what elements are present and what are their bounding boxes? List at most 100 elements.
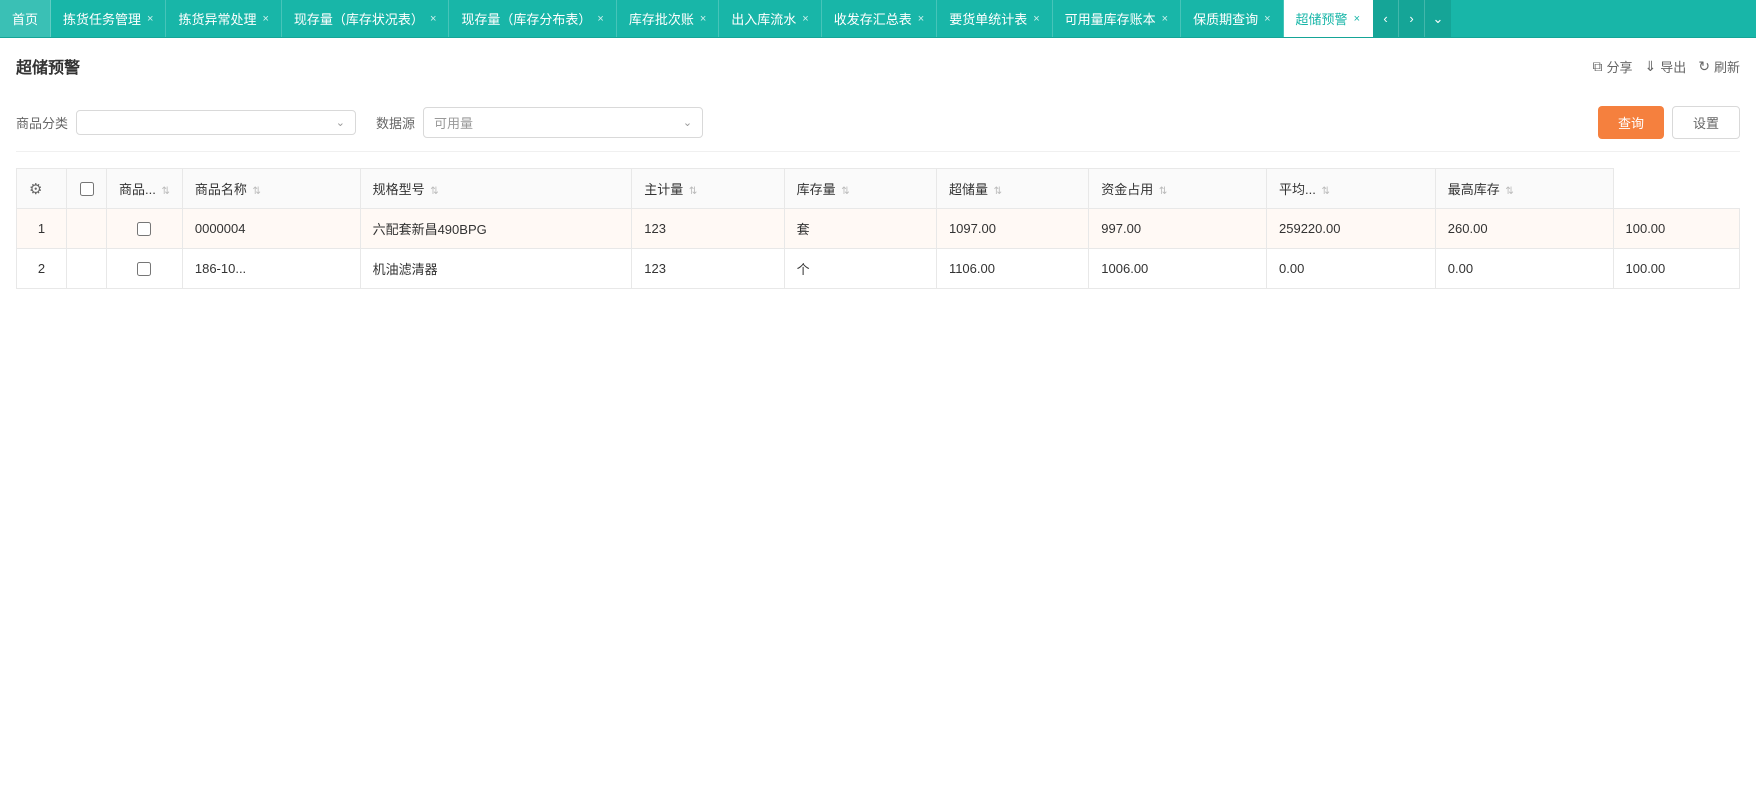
page-container: 超储预警 ⧉ 分享 ⇓ 导出 ↻ 刷新 商品分类 ⌄ 数据源 [0,38,1756,800]
nav-stock-status[interactable]: 现存量（库存状况表） × [282,0,449,38]
sort-icon: ⇅ [161,186,169,197]
sort-icon: ⇅ [689,186,697,197]
nav-summary[interactable]: 收发存汇总表 × [822,0,937,38]
close-icon[interactable]: × [597,13,603,25]
refresh-icon: ↻ [1698,58,1710,75]
th-unit[interactable]: 主计量 ⇅ [632,169,784,209]
export-icon: ⇓ [1645,58,1657,75]
nav-exception[interactable]: 拣货异常处理 × [166,0,281,38]
close-icon[interactable]: × [1033,13,1039,25]
settings-button[interactable]: 设置 [1672,106,1740,139]
close-icon[interactable]: × [1264,13,1270,25]
nav-order-stats[interactable]: 要货单统计表 × [937,0,1052,38]
sort-icon: ⇅ [994,186,1002,197]
chevron-down-icon: ⌄ [683,116,692,129]
nav-task-mgmt[interactable]: 拣货任务管理 × [51,0,166,38]
th-stock[interactable]: 库存量 ⇅ [784,169,936,209]
nav-quality[interactable]: 保质期查询 × [1181,0,1283,38]
cell-product-name: 六配套新昌490BPG [360,209,632,249]
cell-index: 1 [17,209,67,249]
datasource-filter-group: 数据源 可用量 ⌄ [376,107,703,138]
filter-actions: 查询 设置 [1598,106,1740,139]
table-body: 1 0000004 六配套新昌490BPG 123 套 1097.00 997.… [17,209,1740,289]
sort-icon: ⇅ [841,186,849,197]
close-icon[interactable]: × [1162,13,1168,25]
share-button[interactable]: ⧉ 分享 [1592,57,1632,76]
cell-settings [67,249,107,289]
cell-avg: 0.00 [1435,249,1613,289]
sort-icon: ⇅ [253,186,261,197]
cell-avg: 260.00 [1435,209,1613,249]
cell-product-code: 186-10... [182,249,360,289]
cell-unit: 个 [784,249,936,289]
close-icon[interactable]: × [918,13,924,25]
nav-avail-stock[interactable]: 可用量库存账本 × [1053,0,1181,38]
cell-product-code: 0000004 [182,209,360,249]
nav-stock-dist[interactable]: 现存量（库存分布表） × [449,0,616,38]
top-nav: 首页 拣货任务管理 × 拣货异常处理 × 现存量（库存状况表） × 现存量（库存… [0,0,1756,38]
page-title: 超储预警 [16,54,80,78]
th-product-code[interactable]: 商品... ⇅ [107,169,183,209]
category-label: 商品分类 [16,113,68,132]
cell-settings [67,209,107,249]
th-spec[interactable]: 规格型号 ⇅ [360,169,632,209]
cell-index: 2 [17,249,67,289]
share-icon: ⧉ [1592,58,1602,75]
th-settings: ⚙ [17,169,67,209]
nav-home[interactable]: 首页 [0,0,51,38]
th-capital[interactable]: 资金占用 ⇅ [1089,169,1267,209]
cell-max-stock: 100.00 [1613,209,1740,249]
datasource-label: 数据源 [376,113,415,132]
th-max-stock[interactable]: 最高库存 ⇅ [1435,169,1613,209]
close-icon[interactable]: × [700,13,706,25]
gear-icon[interactable]: ⚙ [29,181,42,198]
cell-stock: 1106.00 [936,249,1088,289]
row-checkbox[interactable] [137,222,151,236]
sort-icon: ⇅ [1505,186,1513,197]
nav-batch-account[interactable]: 库存批次账 × [617,0,719,38]
datasource-select-value: 可用量 [434,113,473,132]
export-button[interactable]: ⇓ 导出 [1645,57,1687,76]
filter-row: 商品分类 ⌄ 数据源 可用量 ⌄ 查询 设置 [16,94,1740,152]
nav-next-arrow[interactable]: › [1399,0,1425,38]
table-row: 1 0000004 六配套新昌490BPG 123 套 1097.00 997.… [17,209,1740,249]
page-header: 超储预警 ⧉ 分享 ⇓ 导出 ↻ 刷新 [16,54,1740,78]
select-all-checkbox[interactable] [80,182,94,196]
chevron-down-icon: ⌄ [336,116,345,129]
cell-spec: 123 [632,249,784,289]
cell-capital: 259220.00 [1267,209,1436,249]
cell-overstock: 997.00 [1089,209,1267,249]
th-overstock[interactable]: 超储量 ⇅ [936,169,1088,209]
close-icon[interactable]: × [802,13,808,25]
nav-prev-arrow[interactable]: ‹ [1373,0,1399,38]
close-icon[interactable]: × [430,13,436,25]
sort-icon: ⇅ [430,186,438,197]
cell-stock: 1097.00 [936,209,1088,249]
sort-icon: ⇅ [1159,186,1167,197]
cell-unit: 套 [784,209,936,249]
close-icon[interactable]: × [1354,13,1360,25]
cell-checkbox [107,209,183,249]
close-icon[interactable]: × [147,13,153,25]
close-icon[interactable]: × [262,13,268,25]
datasource-select[interactable]: 可用量 ⌄ [423,107,703,138]
category-select[interactable]: ⌄ [76,110,356,135]
category-filter-group: 商品分类 ⌄ [16,110,356,135]
nav-more-button[interactable]: ⌄ [1425,0,1451,38]
header-actions: ⧉ 分享 ⇓ 导出 ↻ 刷新 [1592,57,1740,76]
cell-overstock: 1006.00 [1089,249,1267,289]
cell-spec: 123 [632,209,784,249]
table-row: 2 186-10... 机油滤清器 123 个 1106.00 1006.00 … [17,249,1740,289]
refresh-button[interactable]: ↻ 刷新 [1698,57,1740,76]
cell-max-stock: 100.00 [1613,249,1740,289]
th-checkbox [67,169,107,209]
nav-overstock[interactable]: 超储预警 × [1284,0,1373,38]
nav-inout-flow[interactable]: 出入库流水 × [719,0,821,38]
th-product-name[interactable]: 商品名称 ⇅ [182,169,360,209]
cell-product-name: 机油滤清器 [360,249,632,289]
th-avg[interactable]: 平均... ⇅ [1267,169,1436,209]
row-checkbox[interactable] [137,262,151,276]
cell-capital: 0.00 [1267,249,1436,289]
table-header-row: ⚙ 商品... ⇅ 商品名称 ⇅ 规格型号 ⇅ [17,169,1740,209]
query-button[interactable]: 查询 [1598,106,1664,139]
